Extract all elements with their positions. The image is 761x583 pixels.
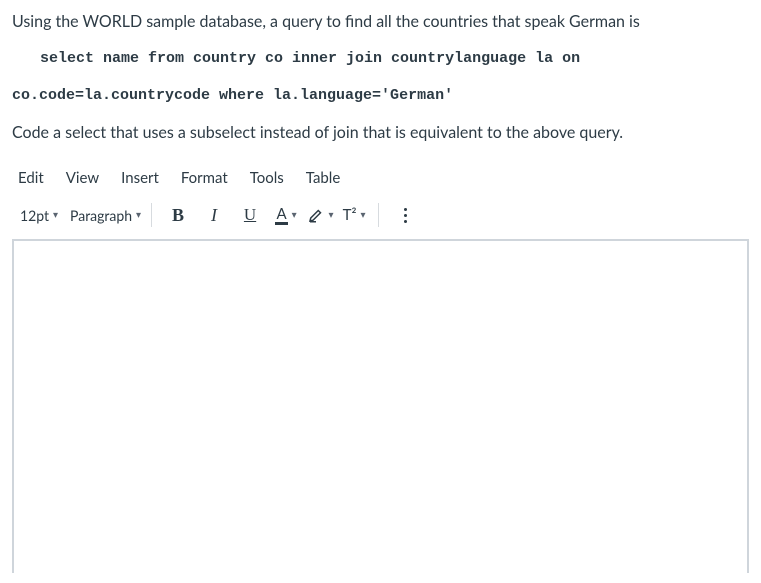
editor-content-area[interactable] xyxy=(12,241,749,573)
text-color-button[interactable]: A ▾ xyxy=(268,201,302,229)
more-tools-button[interactable] xyxy=(387,201,423,229)
chevron-down-icon: ▾ xyxy=(329,209,334,221)
code-line-2: co.code=la.countrycode where la.language… xyxy=(12,85,749,108)
font-size-dropdown[interactable]: 12pt ▾ xyxy=(16,201,60,229)
block-format-dropdown[interactable]: Paragraph ▾ xyxy=(66,201,143,229)
menu-insert[interactable]: Insert xyxy=(121,169,159,187)
block-format-label: Paragraph xyxy=(70,207,132,224)
highlight-color-button[interactable]: ▾ xyxy=(302,201,336,229)
superscript-button[interactable]: T² ▾ xyxy=(336,201,370,229)
toolbar-separator xyxy=(378,203,379,227)
more-vertical-icon xyxy=(404,208,407,223)
question-line-1: Using the WORLD sample database, a query… xyxy=(12,10,749,34)
question-block: Using the WORLD sample database, a query… xyxy=(12,10,749,145)
italic-button[interactable]: I xyxy=(196,201,232,229)
editor-toolbar: 12pt ▾ Paragraph ▾ B I U A ▾ ▾ T² xyxy=(12,197,749,241)
code-line-1: select name from country co inner join c… xyxy=(12,48,749,71)
editor-menu-bar: Edit View Insert Format Tools Table xyxy=(12,163,749,197)
superscript-icon: T² xyxy=(343,206,357,224)
chevron-down-icon: ▾ xyxy=(292,209,297,221)
text-color-icon: A xyxy=(275,206,287,225)
font-size-label: 12pt xyxy=(20,207,49,224)
bold-button[interactable]: B xyxy=(160,201,196,229)
chevron-down-icon: ▾ xyxy=(136,209,141,221)
menu-view[interactable]: View xyxy=(66,169,99,187)
chevron-down-icon: ▾ xyxy=(53,209,58,221)
underline-button[interactable]: U xyxy=(232,201,268,229)
toolbar-separator xyxy=(151,203,152,227)
rich-text-editor: Edit View Insert Format Tools Table 12pt… xyxy=(12,163,749,573)
menu-edit[interactable]: Edit xyxy=(18,169,44,187)
menu-tools[interactable]: Tools xyxy=(250,169,284,187)
chevron-down-icon: ▾ xyxy=(360,209,365,221)
menu-table[interactable]: Table xyxy=(306,169,340,187)
question-line-2: Code a select that uses a subselect inst… xyxy=(12,121,749,145)
highlight-icon xyxy=(307,206,325,224)
menu-format[interactable]: Format xyxy=(181,169,228,187)
